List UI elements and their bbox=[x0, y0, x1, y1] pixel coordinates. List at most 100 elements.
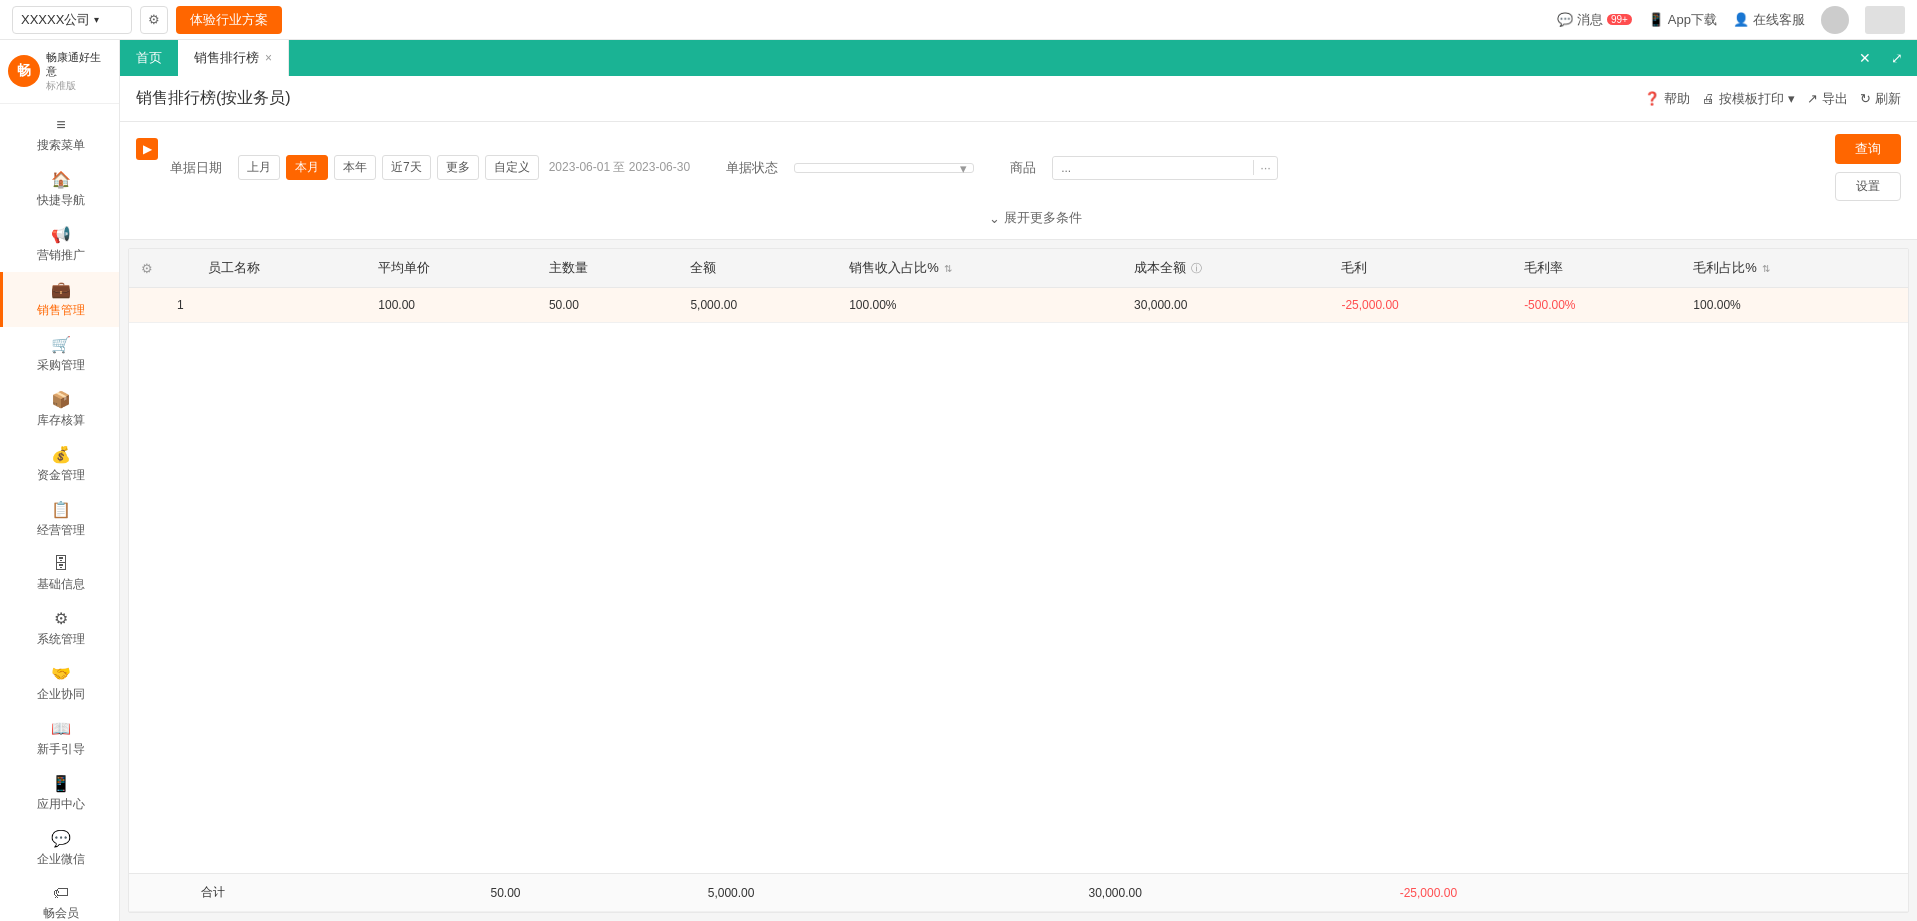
export-btn[interactable]: ↗ 导出 bbox=[1807, 90, 1848, 108]
goods-input[interactable] bbox=[1053, 157, 1253, 179]
online-service-btn[interactable]: 👤 在线客服 bbox=[1733, 11, 1805, 29]
row-employee bbox=[196, 288, 367, 323]
help-icon: ❓ bbox=[1644, 91, 1660, 106]
tab-home[interactable]: 首页 bbox=[120, 40, 178, 76]
tab-actions: ✕ ⤢ bbox=[1853, 46, 1917, 70]
tab-sales-ranking[interactable]: 销售排行榜 × bbox=[178, 40, 289, 76]
page-actions: ❓ 帮助 🖨 按模板打印 ▾ ↗ 导出 ↻ 刷新 bbox=[1644, 90, 1901, 108]
sidebar-item-marketing[interactable]: 📢 营销推广 bbox=[0, 217, 119, 272]
help-btn[interactable]: ❓ 帮助 bbox=[1644, 90, 1690, 108]
sidebar-item-finance[interactable]: 💰 资金管理 bbox=[0, 437, 119, 492]
export-label: 导出 bbox=[1822, 90, 1848, 108]
total-amount: 5,000.00 bbox=[696, 874, 980, 912]
basic-info-icon: 🗄 bbox=[53, 555, 69, 573]
goods-label: 商品 bbox=[1010, 159, 1036, 177]
inventory-icon: 📦 bbox=[51, 390, 71, 409]
date-btn-7days[interactable]: 近7天 bbox=[382, 155, 431, 180]
finance-icon: 💰 bbox=[51, 445, 71, 464]
logo-text: 畅康通好生意 bbox=[46, 50, 111, 79]
date-range: 2023-06-01 至 2023-06-30 bbox=[549, 159, 690, 176]
purchase-label: 采购管理 bbox=[37, 357, 85, 374]
company-selector[interactable]: XXXXX公司 ▾ bbox=[12, 6, 132, 34]
data-table: ⚙ 员工名称 平均单价 主数量 全额 销售收入占比% ⇅ bbox=[129, 249, 1908, 323]
sort-icon[interactable]: ⇅ bbox=[944, 263, 952, 274]
app-download-label: App下载 bbox=[1668, 11, 1717, 29]
marketing-icon: 📢 bbox=[51, 225, 71, 244]
total-cost-amount: 30,000.00 bbox=[1077, 874, 1388, 912]
tab-bar: 首页 销售排行榜 × ✕ ⤢ bbox=[120, 40, 1917, 76]
enterprise-icon: 🤝 bbox=[51, 664, 71, 683]
sidebar-item-member[interactable]: 🏷 畅会员 bbox=[0, 876, 119, 921]
expand-label: 展开更多条件 bbox=[1004, 209, 1082, 227]
operations-label: 经营管理 bbox=[37, 522, 85, 539]
help-label: 帮助 bbox=[1664, 90, 1690, 108]
user-name-area bbox=[1865, 6, 1905, 34]
tab-close-icon[interactable]: × bbox=[265, 51, 272, 65]
enterprise-label: 企业协同 bbox=[37, 686, 85, 703]
avatar[interactable] bbox=[1821, 6, 1849, 34]
settings-icon[interactable]: ⚙ bbox=[140, 6, 168, 34]
print-label: 按模板打印 bbox=[1719, 90, 1784, 108]
setting-button[interactable]: 设置 bbox=[1835, 172, 1901, 201]
sidebar-item-enterprise[interactable]: 🤝 企业协同 bbox=[0, 656, 119, 711]
goods-more-btn[interactable]: ··· bbox=[1253, 160, 1277, 175]
status-select[interactable]: ▾ bbox=[794, 163, 974, 173]
total-sales-ratio bbox=[980, 874, 1076, 912]
sidebar-item-system[interactable]: ⚙ 系统管理 bbox=[0, 601, 119, 656]
total-profit: -25,000.00 bbox=[1388, 874, 1715, 912]
close-window-btn[interactable]: ✕ bbox=[1853, 46, 1877, 70]
sales-icon: 💼 bbox=[51, 280, 71, 299]
total-avg-price bbox=[382, 874, 478, 912]
sidebar-item-search-order[interactable]: ≡ 搜索菜单 bbox=[0, 108, 119, 162]
profit-sort-icon[interactable]: ⇅ bbox=[1762, 263, 1770, 274]
logo-icon: 畅 bbox=[8, 55, 40, 87]
main-layout: 畅 畅康通好生意 标准版 ≡ 搜索菜单 🏠 快捷导航 📢 营销推广 💼 销售管理… bbox=[0, 40, 1917, 921]
sidebar-item-app-center[interactable]: 📱 应用中心 bbox=[0, 766, 119, 821]
expand-conditions-btn[interactable]: ⌄ 展开更多条件 bbox=[989, 209, 1082, 227]
expand-window-btn[interactable]: ⤢ bbox=[1885, 46, 1909, 70]
sidebar-item-purchase[interactable]: 🛒 采购管理 bbox=[0, 327, 119, 382]
date-btn-more[interactable]: 更多 bbox=[437, 155, 479, 180]
date-btn-custom[interactable]: 自定义 bbox=[485, 155, 539, 180]
app-icon: 📱 bbox=[1648, 12, 1664, 27]
th-employee: 员工名称 bbox=[196, 249, 367, 288]
total-profit-ratio bbox=[1811, 874, 1908, 912]
app-download-btn[interactable]: 📱 App下载 bbox=[1648, 11, 1717, 29]
filter-arrow-icon[interactable]: ▶ bbox=[136, 138, 158, 160]
date-btn-this-month[interactable]: 本月 bbox=[286, 155, 328, 180]
date-btn-this-year[interactable]: 本年 bbox=[334, 155, 376, 180]
sidebar-item-inventory[interactable]: 📦 库存核算 bbox=[0, 382, 119, 437]
status-chevron-icon: ▾ bbox=[960, 160, 967, 175]
sidebar-item-quick-nav[interactable]: 🏠 快捷导航 bbox=[0, 162, 119, 217]
print-btn[interactable]: 🖨 按模板打印 ▾ bbox=[1702, 90, 1795, 108]
system-icon: ⚙ bbox=[54, 609, 68, 628]
sidebar: 畅 畅康通好生意 标准版 ≡ 搜索菜单 🏠 快捷导航 📢 营销推广 💼 销售管理… bbox=[0, 40, 120, 921]
cost-info-icon[interactable]: ⓘ bbox=[1191, 262, 1202, 274]
app-center-icon: 📱 bbox=[51, 774, 71, 793]
message-icon: 💬 bbox=[1557, 12, 1573, 27]
query-button[interactable]: 查询 bbox=[1835, 134, 1901, 164]
filter-right: 查询 设置 bbox=[1835, 134, 1901, 201]
messages-btn[interactable]: 💬 消息 99+ bbox=[1557, 11, 1632, 29]
filter-area: ▶ 单据日期 上月 本月 本年 近7天 更多 自定义 bbox=[120, 122, 1917, 240]
sidebar-item-guide[interactable]: 📖 新手引导 bbox=[0, 711, 119, 766]
column-settings-icon[interactable]: ⚙ bbox=[141, 261, 153, 276]
trial-button[interactable]: 体验行业方案 bbox=[176, 6, 282, 34]
date-label: 单据日期 bbox=[170, 159, 222, 177]
sidebar-item-sales[interactable]: 💼 销售管理 bbox=[0, 272, 119, 327]
th-profit-rate: 毛利率 bbox=[1512, 249, 1681, 288]
expand-icon: ⌄ bbox=[989, 211, 1000, 226]
refresh-btn[interactable]: ↻ 刷新 bbox=[1860, 90, 1901, 108]
top-bar: XXXXX公司 ▾ ⚙ 体验行业方案 💬 消息 99+ 📱 App下载 👤 在线… bbox=[0, 0, 1917, 40]
header-row: ⚙ 员工名称 平均单价 主数量 全额 销售收入占比% ⇅ bbox=[129, 249, 1908, 288]
row-amount: 5,000.00 bbox=[678, 288, 837, 323]
date-btn-last-month[interactable]: 上月 bbox=[238, 155, 280, 180]
sidebar-item-basic-info[interactable]: 🗄 基础信息 bbox=[0, 547, 119, 601]
message-label: 消息 bbox=[1577, 11, 1603, 29]
search-order-icon: ≡ bbox=[56, 116, 65, 134]
sidebar-item-operations[interactable]: 📋 经营管理 bbox=[0, 492, 119, 547]
sidebar-item-wechat[interactable]: 💬 企业微信 bbox=[0, 821, 119, 876]
refresh-label: 刷新 bbox=[1875, 90, 1901, 108]
member-icon: 🏷 bbox=[53, 884, 69, 902]
page-content: 销售排行榜(按业务员) ❓ 帮助 🖨 按模板打印 ▾ ↗ 导出 bbox=[120, 76, 1917, 921]
